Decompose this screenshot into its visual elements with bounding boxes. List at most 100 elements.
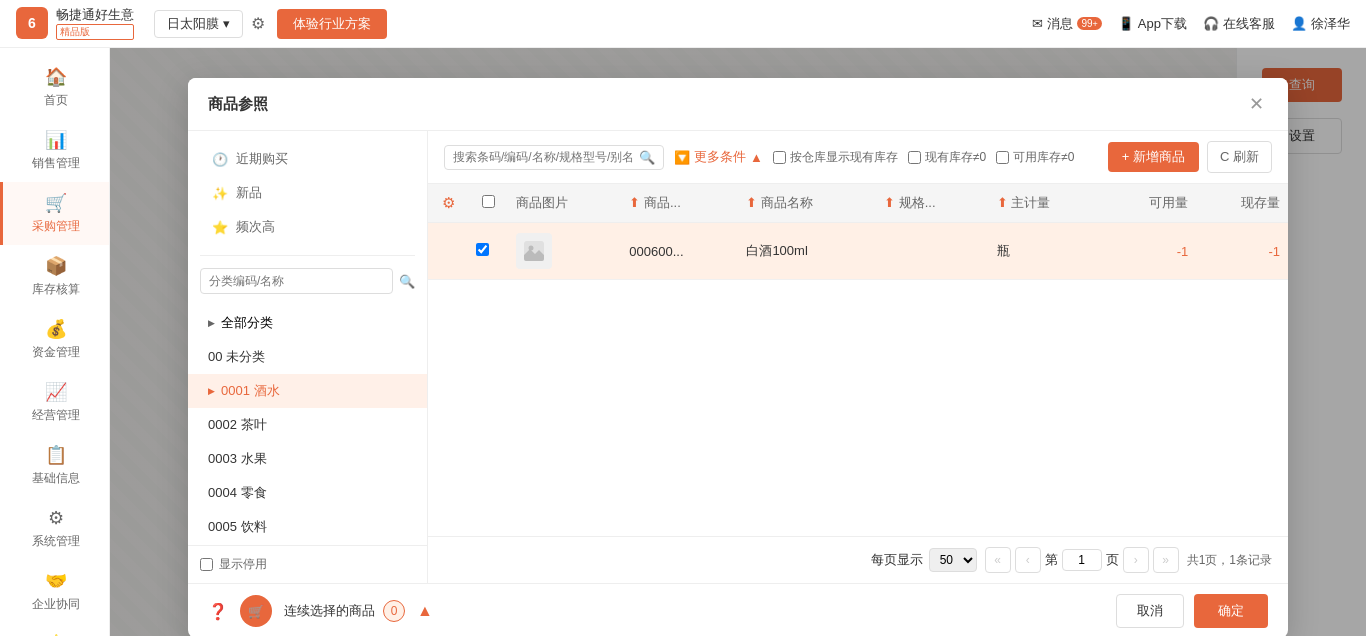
tab-frequent[interactable]: ⭐ 频次高 <box>200 211 415 243</box>
category-item-1[interactable]: 0001 酒水 <box>188 374 427 408</box>
message-item[interactable]: ✉ 消息 99+ <box>1032 15 1101 33</box>
sidebar-item-sales[interactable]: 📊 销售管理 <box>0 119 109 182</box>
category-search-input[interactable] <box>200 268 393 294</box>
col-header-name[interactable]: ⬆ 商品名称 <box>738 184 876 223</box>
sidebar-item-inventory[interactable]: 📦 库存核算 <box>0 245 109 308</box>
add-product-button[interactable]: + 新增商品 <box>1108 142 1199 172</box>
user-item[interactable]: 👤 徐泽华 <box>1291 15 1350 33</box>
table-settings-icon[interactable]: ⚙ <box>442 194 455 211</box>
page-last-button[interactable]: » <box>1153 547 1179 573</box>
main-content: 查询 设置 商品参照 ✕ 🕐 近期购买 <box>110 48 1366 636</box>
col-header-settings[interactable]: ⚙ <box>428 184 468 223</box>
modal-left-tabs: 🕐 近期购买 ✨ 新品 ⭐ 频次高 <box>188 131 427 251</box>
modal-header: 商品参照 ✕ <box>188 78 1288 131</box>
service-label: 在线客服 <box>1223 15 1275 33</box>
category-item-2[interactable]: 0002 茶叶 <box>188 408 427 442</box>
logo-icon: 6 <box>16 7 48 39</box>
collapse-icon[interactable]: ▲ <box>417 602 433 620</box>
logo-badge: 精品版 <box>56 24 134 40</box>
stock-value: -1 <box>1268 244 1280 259</box>
sidebar-item-guide[interactable]: 🌟 新手引导 <box>0 623 109 636</box>
page-prev-button[interactable]: ‹ <box>1015 547 1041 573</box>
current-stock-checkbox[interactable] <box>908 151 921 164</box>
select-all-checkbox[interactable] <box>482 195 495 208</box>
category-item-4[interactable]: 0004 零食 <box>188 476 427 510</box>
help-icon[interactable]: ❓ <box>208 602 228 621</box>
cancel-button[interactable]: 取消 <box>1116 594 1184 628</box>
col-header-unit[interactable]: ⬆ 主计量 <box>989 184 1105 223</box>
col-header-available: 可用量 <box>1105 184 1197 223</box>
show-disabled-checkbox[interactable] <box>200 558 213 571</box>
sidebar-item-finance[interactable]: 💰 资金管理 <box>0 308 109 371</box>
headset-icon: 🎧 <box>1203 16 1219 31</box>
divider <box>200 255 415 256</box>
sidebar-label-inventory: 库存核算 <box>32 281 80 298</box>
sidebar-item-home[interactable]: 🏠 首页 <box>0 56 109 119</box>
modal-overlay: 商品参照 ✕ 🕐 近期购买 ✨ <box>110 48 1366 636</box>
available-stock-checkbox-group: 可用库存≠0 <box>996 149 1074 166</box>
per-page-select[interactable]: 50 <box>929 548 977 572</box>
search-magnifier-icon[interactable]: 🔍 <box>639 150 655 165</box>
tab-new[interactable]: ✨ 新品 <box>200 177 415 209</box>
product-search-input[interactable] <box>453 150 633 164</box>
col-header-stock: 现存量 <box>1196 184 1288 223</box>
category-search-icon[interactable]: 🔍 <box>399 274 415 289</box>
cart-icon[interactable]: 🛒 <box>240 595 272 627</box>
sidebar-item-basic[interactable]: 📋 基础信息 <box>0 434 109 497</box>
modal-close-button[interactable]: ✕ <box>1244 92 1268 116</box>
warehouse-checkbox[interactable] <box>773 151 786 164</box>
category-label-2: 0002 茶叶 <box>208 416 267 434</box>
tab-recent[interactable]: 🕐 近期购买 <box>200 143 415 175</box>
per-page-label: 每页显示 <box>871 551 923 569</box>
page-input[interactable] <box>1062 549 1102 571</box>
col-header-code[interactable]: ⬆ 商品... <box>621 184 738 223</box>
page-first-button[interactable]: « <box>985 547 1011 573</box>
modal-footer: ❓ 🛒 连续选择的商品 0 ▲ 取消 确定 <box>188 583 1288 636</box>
table-row[interactable]: 000600... 白酒100ml 瓶 <box>428 223 1288 280</box>
sidebar-label-basic: 基础信息 <box>32 470 80 487</box>
new-icon: ✨ <box>212 186 228 201</box>
user-avatar-icon: 👤 <box>1291 16 1307 31</box>
filter-button[interactable]: 🔽 更多条件 ▲ <box>674 148 763 166</box>
sidebar-label-management: 经营管理 <box>32 407 80 424</box>
purchase-icon: 🛒 <box>45 192 67 214</box>
category-all[interactable]: ▶ 全部分类 <box>188 306 427 340</box>
sidebar-item-purchase[interactable]: 🛒 采购管理 <box>0 182 109 245</box>
modal-left-panel: 🕐 近期购买 ✨ 新品 ⭐ 频次高 <box>188 131 428 583</box>
refresh-button[interactable]: C 刷新 <box>1207 141 1272 173</box>
mobile-icon: 📱 <box>1118 16 1134 31</box>
row-checkbox[interactable] <box>476 243 489 256</box>
sidebar-label-system: 系统管理 <box>32 533 80 550</box>
row-check-cell[interactable] <box>468 223 508 280</box>
settings-icon[interactable]: ⚙ <box>251 14 265 33</box>
service-item[interactable]: 🎧 在线客服 <box>1203 15 1275 33</box>
row-img-cell <box>508 223 621 280</box>
category-item-3[interactable]: 0003 水果 <box>188 442 427 476</box>
filter-arrow-icon: ▲ <box>750 150 763 165</box>
app-label: App下载 <box>1138 15 1187 33</box>
sidebar-item-management[interactable]: 📈 经营管理 <box>0 371 109 434</box>
warehouse-checkbox-group: 按仓库显示现有库存 <box>773 149 898 166</box>
col-header-img: 商品图片 <box>508 184 621 223</box>
row-unit-cell: 瓶 <box>989 223 1105 280</box>
user-name: 徐泽华 <box>1311 15 1350 33</box>
sort-icon-code: ⬆ <box>629 195 640 210</box>
confirm-button[interactable]: 确定 <box>1194 594 1268 628</box>
sidebar-item-system[interactable]: ⚙ 系统管理 <box>0 497 109 560</box>
sidebar-label-collab: 企业协同 <box>32 596 80 613</box>
sidebar-item-collab[interactable]: 🤝 企业协同 <box>0 560 109 623</box>
available-stock-checkbox[interactable] <box>996 151 1009 164</box>
pagination: 每页显示 50 « ‹ 第 页 › <box>428 536 1288 583</box>
company-selector[interactable]: 日太阳膜 ▾ <box>154 10 243 38</box>
row-name-cell: 白酒100ml <box>738 223 876 280</box>
app-download-item[interactable]: 📱 App下载 <box>1118 15 1187 33</box>
page-next-button[interactable]: › <box>1123 547 1149 573</box>
category-item-5[interactable]: 0005 饮料 <box>188 510 427 544</box>
col-header-spec[interactable]: ⬆ 规格... <box>876 184 988 223</box>
trial-button[interactable]: 体验行业方案 <box>277 9 387 39</box>
tab-frequent-label: 频次高 <box>236 218 275 236</box>
row-stock-cell: -1 <box>1196 223 1288 280</box>
message-badge: 99+ <box>1077 17 1101 30</box>
category-label-1: 0001 酒水 <box>221 382 280 400</box>
category-item-0[interactable]: 00 未分类 <box>188 340 427 374</box>
